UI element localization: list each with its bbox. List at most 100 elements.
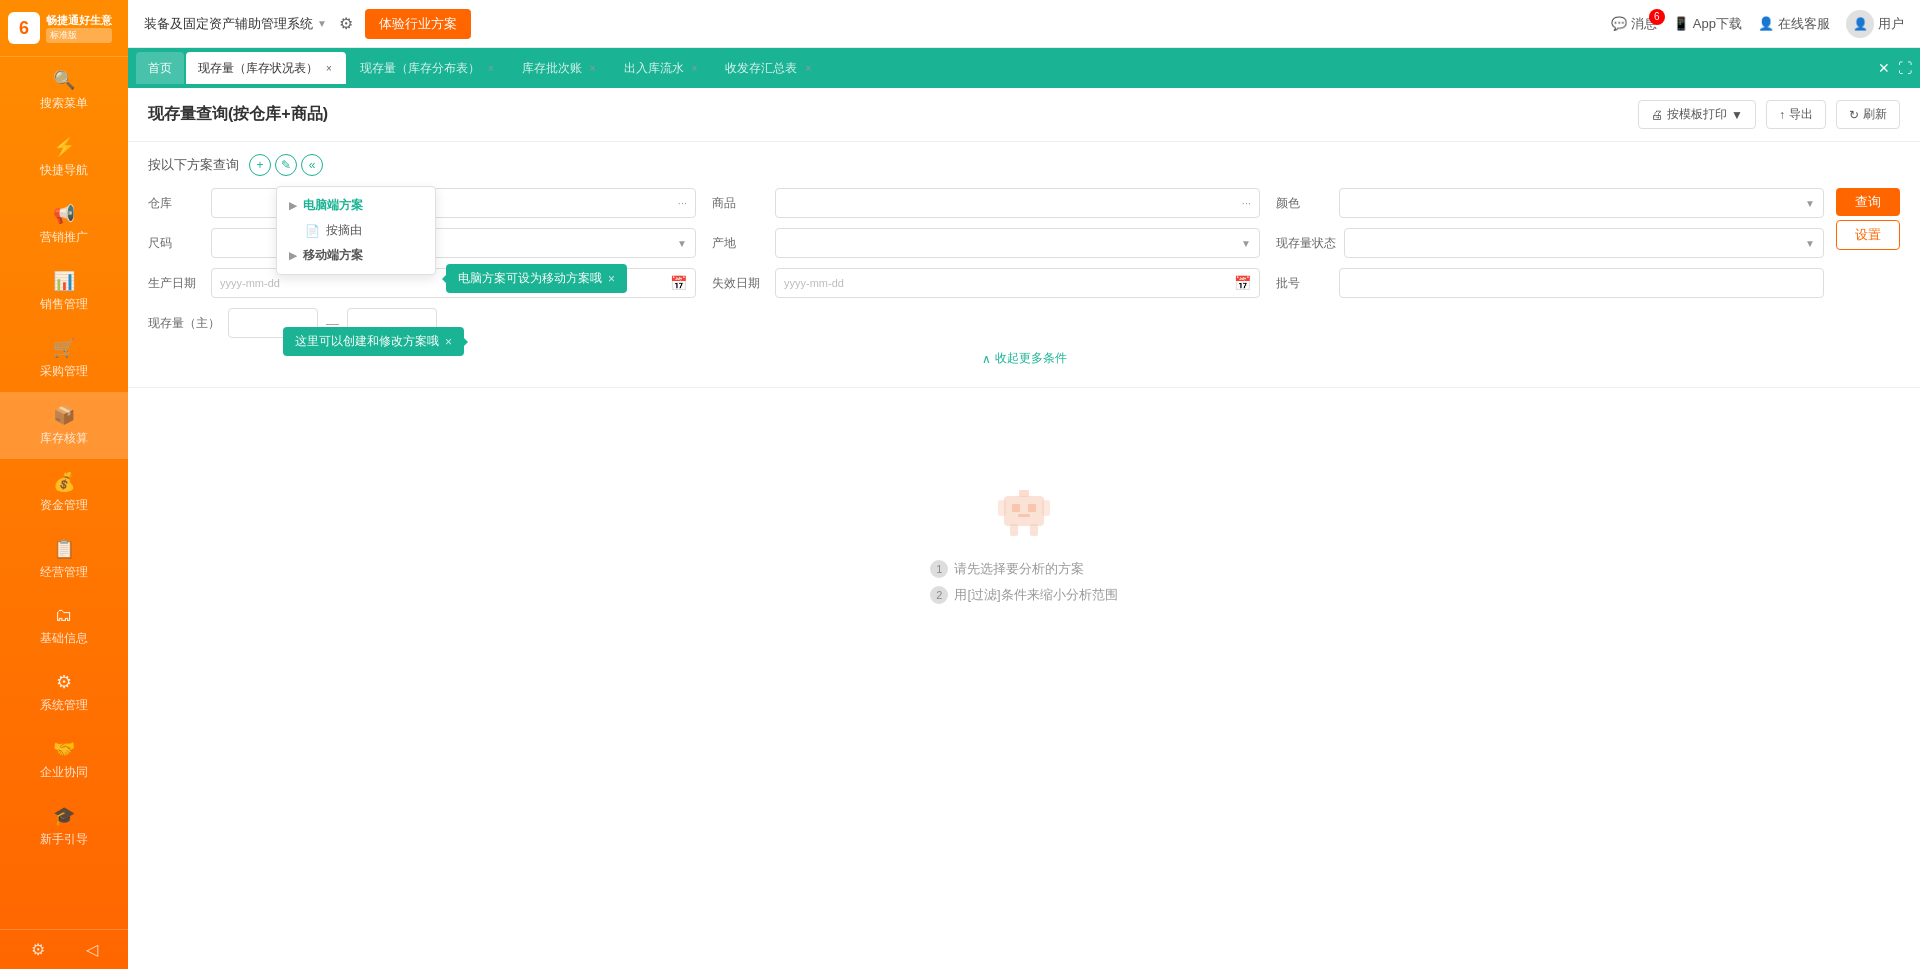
sidebar-bottom: ⚙ ◁ [0,929,128,969]
sidebar-item-marketing[interactable]: 📢 营销推广 [0,191,128,258]
product-select[interactable]: ··· [775,188,1260,218]
set-button[interactable]: 设置 [1836,220,1900,250]
scheme-mobile-section[interactable]: ▶ 移动端方案 [277,243,435,268]
svg-rect-4 [1019,490,1029,497]
sidebar-item-quick[interactable]: ⚡ 快捷导航 [0,124,128,191]
expiry-date-input[interactable]: yyyy-mm-dd 📅 [775,268,1260,298]
tab-recv-close[interactable]: × [803,61,813,76]
inventory-icon: 📦 [53,404,75,426]
query-buttons: 查询 设置 [1836,188,1900,250]
svg-rect-7 [1010,524,1018,536]
messages-button[interactable]: 💬 消息 6 [1611,15,1657,33]
online-service-button[interactable]: 👤 在线客服 [1758,15,1830,33]
scheme-item-icon: 📄 [305,224,320,238]
tabs-close-all-icon[interactable]: ✕ [1878,60,1890,76]
tab-inout[interactable]: 出入库流水 × [612,52,712,84]
tab-recv[interactable]: 收发存汇总表 × [713,52,825,84]
tab-inout-close[interactable]: × [690,61,700,76]
tooltip1-close[interactable]: × [608,272,615,286]
color-select[interactable]: ▼ [1339,188,1824,218]
sidebar-item-inventory[interactable]: 📦 库存核算 [0,392,128,459]
scheme-pc-section[interactable]: ▶ 电脑端方案 [277,193,435,218]
svg-rect-8 [1030,524,1038,536]
system-icon: ⚙ [56,671,72,693]
refresh-icon: ↻ [1849,108,1859,122]
filter-stock-status: 现存量状态 ▼ [1276,228,1824,258]
tab-stock-status-close[interactable]: × [324,61,334,76]
batch-input[interactable] [1339,268,1824,298]
tooltip-scheme-mobile: 电脑方案可设为移动方案哦 × [446,264,627,293]
tab-stock-dist-close[interactable]: × [486,61,496,76]
search-icon: 🔍 [53,69,75,91]
refresh-button[interactable]: ↻ 刷新 [1836,100,1900,129]
tabs-actions: ✕ ⛶ [1878,60,1912,76]
sidebar-item-sales[interactable]: 📊 销售管理 [0,258,128,325]
sidebar-logo: 6 畅捷通好生意 标准版 [0,0,128,57]
color-arrow-icon: ▼ [1805,198,1815,209]
sidebar-item-finance[interactable]: 💰 资金管理 [0,459,128,526]
system-name[interactable]: 装备及固定资产辅助管理系统 ▼ [144,15,327,33]
sidebar-item-guide[interactable]: 🎓 新手引导 [0,793,128,860]
marketing-icon: 📢 [53,203,75,225]
purchase-icon: 🛒 [53,337,75,359]
warehouse-label: 仓库 [148,195,203,212]
filter-header: 按以下方案查询 + ✎ « ▶ 电脑端方案 📄 按摘由 [148,154,1900,176]
logo-text: 畅捷通好生意 标准版 [46,13,112,43]
sidebar-item-basic[interactable]: 🗂 基础信息 [0,593,128,659]
print-arrow-icon: ▼ [1731,108,1743,122]
page: 现存量查询(按仓库+商品) 🖨 按模板打印 ▼ ↑ 导出 ↻ 刷新 [128,88,1920,969]
stock-status-select[interactable]: ▼ [1344,228,1824,258]
expiry-date-label: 失效日期 [712,275,767,292]
add-scheme-button[interactable]: + [249,154,271,176]
export-icon: ↑ [1779,108,1785,122]
origin-arrow-icon: ▼ [1241,238,1251,249]
product-more-icon: ··· [1242,197,1251,209]
tab-stock-status[interactable]: 现存量（库存状况表） × [186,52,346,84]
step1-num: 1 [930,560,948,578]
scheme-pc-item-1[interactable]: 📄 按摘由 [277,218,435,243]
tab-home[interactable]: 首页 [136,52,184,84]
empty-step-2: 2 用[过滤]条件来缩小分析范围 [930,586,1117,604]
sidebar-item-purchase[interactable]: 🛒 采购管理 [0,325,128,392]
message-icon: 💬 [1611,16,1627,31]
empty-steps: 1 请先选择要分析的方案 2 用[过滤]条件来缩小分析范围 [930,560,1117,604]
user-avatar[interactable]: 👤 用户 [1846,10,1904,38]
app-download-button[interactable]: 📱 App下载 [1673,15,1742,33]
user-avatar-icon: 👤 [1853,17,1868,31]
sales-icon: 📊 [53,270,75,292]
origin-select[interactable]: ▼ [775,228,1260,258]
collapse-arrow-icon: ∧ [982,352,991,366]
tab-stock-dist[interactable]: 现存量（库存分布表） × [348,52,508,84]
filter-origin: 产地 ▼ [712,228,1260,258]
topbar-gear-icon[interactable]: ⚙ [339,14,353,33]
message-badge: 6 [1649,9,1665,25]
topbar-right: 💬 消息 6 📱 App下载 👤 在线客服 👤 用户 [1611,10,1904,38]
tooltip2-close[interactable]: × [445,335,452,349]
system-selector: 装备及固定资产辅助管理系统 ▼ [144,15,327,33]
prev-scheme-button[interactable]: « [301,154,323,176]
settings-bottom-icon[interactable]: ⚙ [31,940,45,959]
sidebar-item-operations[interactable]: 📋 经营管理 [0,526,128,593]
batch-label: 批号 [1276,275,1331,292]
export-button[interactable]: ↑ 导出 [1766,100,1826,129]
empty-state: 1 请先选择要分析的方案 2 用[过滤]条件来缩小分析范围 [128,388,1920,684]
enterprise-icon: 🤝 [53,738,75,760]
main-content: 装备及固定资产辅助管理系统 ▼ ⚙ 体验行业方案 💬 消息 6 📱 App下载 … [128,0,1920,969]
query-button[interactable]: 查询 [1836,188,1900,216]
sidebar-item-system[interactable]: ⚙ 系统管理 [0,659,128,726]
phone-icon: 📱 [1673,16,1689,31]
svg-rect-6 [1042,500,1050,516]
tab-batch-close[interactable]: × [588,61,598,76]
sidebar-item-search[interactable]: 🔍 搜索菜单 [0,57,128,124]
prod-date-calendar-icon[interactable]: 📅 [670,275,687,291]
tabs-expand-icon[interactable]: ⛶ [1898,60,1912,76]
svg-rect-2 [1028,504,1036,512]
expiry-date-calendar-icon[interactable]: 📅 [1234,275,1251,291]
stock-status-label: 现存量状态 [1276,235,1336,252]
industry-solution-button[interactable]: 体验行业方案 [365,9,471,39]
print-button[interactable]: 🖨 按模板打印 ▼ [1638,100,1756,129]
edit-scheme-button[interactable]: ✎ [275,154,297,176]
sidebar-item-enterprise[interactable]: 🤝 企业协同 [0,726,128,793]
collapse-sidebar-icon[interactable]: ◁ [86,940,98,959]
tab-batch[interactable]: 库存批次账 × [510,52,610,84]
